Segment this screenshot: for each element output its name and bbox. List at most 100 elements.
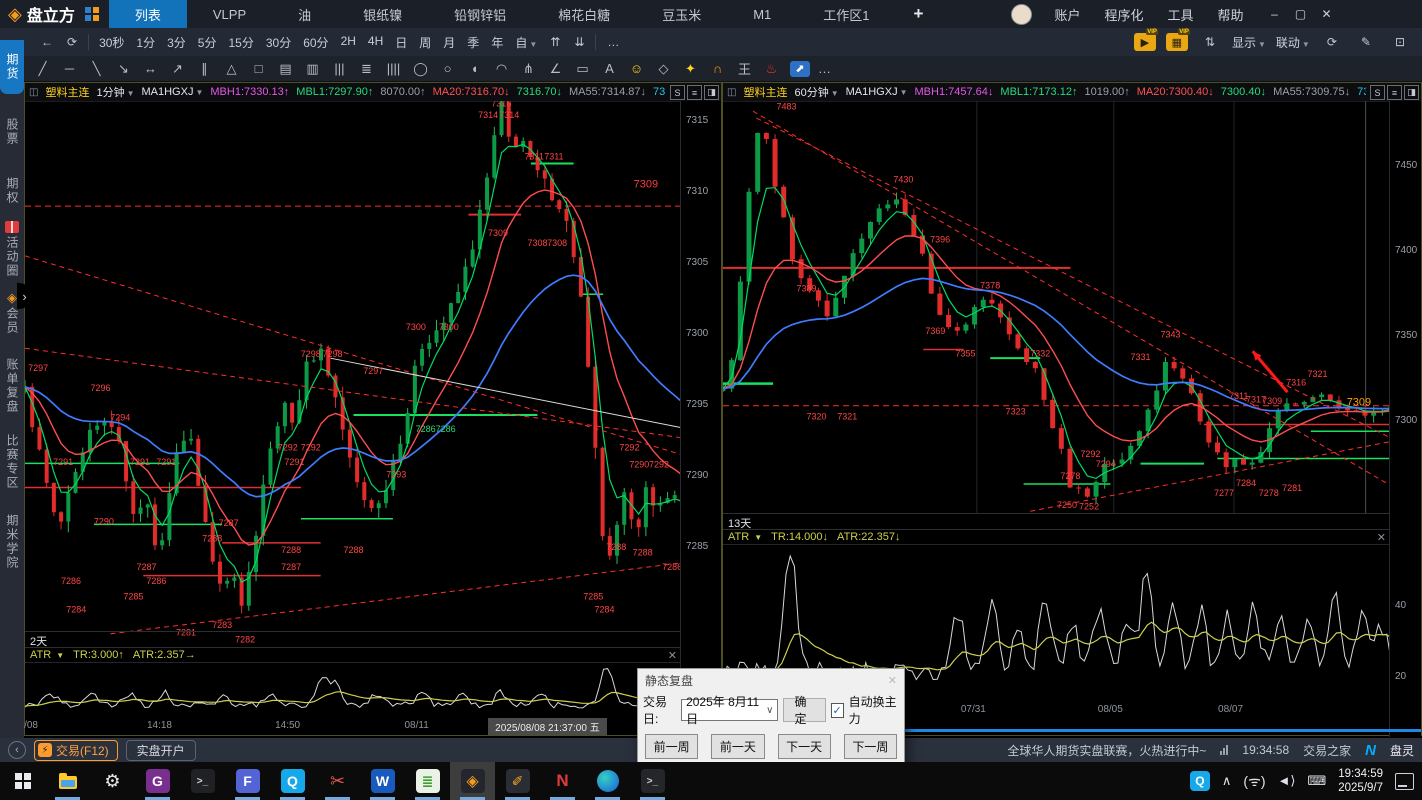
interval-button-日[interactable]: 日 <box>389 34 413 51</box>
dialog-titlebar[interactable]: 静态复盘 ✕ <box>638 669 904 691</box>
back-icon[interactable]: ← <box>34 35 60 49</box>
taskbar-terminal-icon[interactable]: >_ <box>180 762 225 800</box>
list-button[interactable]: ≡ <box>687 85 702 100</box>
arrow-line-tool-icon[interactable]: ↘ <box>111 58 136 80</box>
menu-item-2[interactable]: 程序化 <box>1092 5 1155 24</box>
interval-button-5分[interactable]: 5分 <box>192 34 223 51</box>
indicator-selector[interactable]: MA1HGXJ ▼ <box>142 86 204 98</box>
rectangle-tool-icon[interactable]: □ <box>246 58 271 80</box>
volume-icon[interactable]: ◄⟩ <box>1278 773 1296 789</box>
atr-name[interactable]: ATR ▼ <box>728 531 762 543</box>
symbol-name[interactable]: 塑料主连 <box>45 84 89 100</box>
gann-tool-icon[interactable]: 王 <box>732 58 757 80</box>
taskbar-n-app-icon[interactable]: N <box>540 762 585 800</box>
sidebar-item-4[interactable]: 活动圈 <box>1 221 23 278</box>
interval-selector[interactable]: 1分钟 ▼ <box>96 84 134 100</box>
sidebar-item-8[interactable]: 期米学院 <box>1 514 23 570</box>
taskbar-panlifang-icon[interactable]: ◈ <box>450 762 495 800</box>
vertical-lines-tool-icon[interactable]: ||| <box>327 58 352 80</box>
taskbar-screenshot-scissors-icon[interactable]: ✂ <box>315 762 360 800</box>
interval-button-30秒[interactable]: 30秒 <box>93 34 130 51</box>
fib-retracement-tool-icon[interactable]: ≣ <box>354 58 379 80</box>
left-chart-canvas[interactable]: 7297 7296 7294 7291 7291 7291 7290 7288 7287 7287… <box>25 101 682 737</box>
interval-button-30分[interactable]: 30分 <box>260 34 297 51</box>
taskbar-pencil-editor-icon[interactable]: ✐ <box>495 762 540 800</box>
indicator-selector[interactable]: MA1HGXJ ▼ <box>846 86 908 98</box>
arc-tool-icon[interactable]: ◖ <box>462 58 487 80</box>
notifications-icon[interactable] <box>1395 772 1414 790</box>
ray-tool-icon[interactable]: ╲ <box>84 58 109 80</box>
minimize-button[interactable]: – <box>1262 0 1288 28</box>
sidebar-item-6[interactable]: 账单复盘 <box>1 358 23 414</box>
curve-tool-icon[interactable]: ◠ <box>489 58 514 80</box>
circle-tool-icon[interactable]: ○ <box>435 58 460 80</box>
close-button[interactable]: ✕ <box>1314 0 1340 28</box>
open-account-button[interactable]: 实盘开户 <box>125 739 196 761</box>
split-button[interactable]: ◨ <box>704 85 719 100</box>
fib-extension-tool-icon[interactable]: |||| <box>381 58 406 80</box>
close-indicator-icon[interactable]: ✕ <box>1377 531 1386 544</box>
anchored-note-tool-icon[interactable]: ▥ <box>300 58 325 80</box>
style-button[interactable]: S <box>1370 85 1385 100</box>
split-button[interactable]: ◨ <box>1404 85 1419 100</box>
symbol-name[interactable]: 塑料主连 <box>743 84 787 100</box>
menu-item-1[interactable]: 账户 <box>1042 5 1092 24</box>
parallel-channel-tool-icon[interactable]: ∥ <box>192 58 217 80</box>
alert-bell-icon[interactable]: ✦ <box>678 58 703 80</box>
taskbar-edge-icon[interactable] <box>585 762 630 800</box>
magnet-mode-icon[interactable]: ∩ <box>705 58 730 80</box>
dialog-nav-button-2[interactable]: 前一天 <box>711 734 765 759</box>
triangle-tool-icon[interactable]: △ <box>219 58 244 80</box>
taskbar-notepad-icon[interactable]: ≣ <box>405 762 450 800</box>
export-chart-icon[interactable]: ⬈ <box>790 60 810 77</box>
interval-button-3分[interactable]: 3分 <box>161 34 192 51</box>
jump-first-icon[interactable]: ⇈ <box>543 35 567 49</box>
horizontal-line-tool-icon[interactable]: ─ <box>57 58 82 80</box>
link-dropdown[interactable]: 联动 ▼ <box>1276 34 1310 51</box>
interval-selector[interactable]: 60分钟 ▼ <box>794 84 838 100</box>
chart-window-icon[interactable]: ◫ <box>29 87 38 98</box>
hidden-icons-chevron[interactable]: ∧ <box>1222 773 1232 789</box>
assistant-button[interactable]: 盘灵 <box>1390 742 1414 759</box>
segment-tool-icon[interactable]: ╱ <box>30 58 55 80</box>
dialog-nav-button-3[interactable]: 下一天 <box>777 734 831 759</box>
interval-button-年[interactable]: 年 <box>485 34 509 51</box>
auto-switch-checkbox[interactable]: ✓ <box>830 702 844 718</box>
maximize-button[interactable]: ▢ <box>1288 0 1314 28</box>
taskbar-start-icon[interactable] <box>0 762 45 800</box>
qq-tray-icon[interactable]: Q <box>1189 771 1210 791</box>
taskbar-cmd-icon[interactable]: >_ <box>630 762 675 800</box>
interval-button-1分[interactable]: 1分 <box>130 34 161 51</box>
workspace-tab-1[interactable]: 列表 <box>108 0 187 28</box>
pitchfork-tool-icon[interactable]: ⋔ <box>516 58 541 80</box>
workspace-tab-2[interactable]: VLPP <box>187 0 272 28</box>
workspace-tab-6[interactable]: 棉花白糖 <box>532 0 636 28</box>
workspace-tab-9[interactable]: 工作区1 <box>797 0 895 28</box>
hot-marker-icon[interactable]: ♨ <box>759 58 784 80</box>
user-avatar[interactable] <box>1011 3 1033 25</box>
trade-button[interactable]: ⚡ 交易(F12) <box>34 739 118 761</box>
angle-tool-icon[interactable]: ∠ <box>543 58 568 80</box>
menu-item-4[interactable]: 帮助 <box>1205 5 1255 24</box>
left-price-axis[interactable]: 7315 7310 7305 7300 7295 7290 7285 <box>680 101 721 737</box>
collapse-icon[interactable]: ‹ <box>8 741 26 759</box>
trade-date-select[interactable]: 2025年 8月11日 ∨ <box>681 695 779 726</box>
sync-icon[interactable]: ⟳ <box>1320 35 1344 49</box>
display-dropdown[interactable]: 显示 ▼ <box>1232 34 1266 51</box>
refresh-icon[interactable]: ⟳ <box>60 35 84 49</box>
interval-button-月[interactable]: 月 <box>437 34 461 51</box>
ellipse-tool-icon[interactable]: ◯ <box>408 58 433 80</box>
sidebar-item-7[interactable]: 比赛专区 <box>1 434 23 490</box>
layout-grid-icon[interactable] <box>84 7 99 21</box>
emoji-tool-icon[interactable]: ☺ <box>624 58 649 80</box>
share-icon[interactable]: ⇅ <box>1198 35 1222 49</box>
trend-arrow-tool-icon[interactable]: ↗ <box>165 58 190 80</box>
dialog-nav-button-1[interactable]: 前一周 <box>645 734 699 759</box>
taskbar-settings-icon[interactable]: ⚙ <box>90 762 135 800</box>
interval-button-周[interactable]: 周 <box>413 34 437 51</box>
text-tool-icon[interactable]: A <box>597 58 622 80</box>
interval-button-4H[interactable]: 4H <box>362 34 389 51</box>
interval-button-2H[interactable]: 2H <box>335 34 362 51</box>
confirm-button[interactable]: 确定 <box>783 695 826 726</box>
diamond-marker-tool-icon[interactable]: ◇ <box>651 58 676 80</box>
